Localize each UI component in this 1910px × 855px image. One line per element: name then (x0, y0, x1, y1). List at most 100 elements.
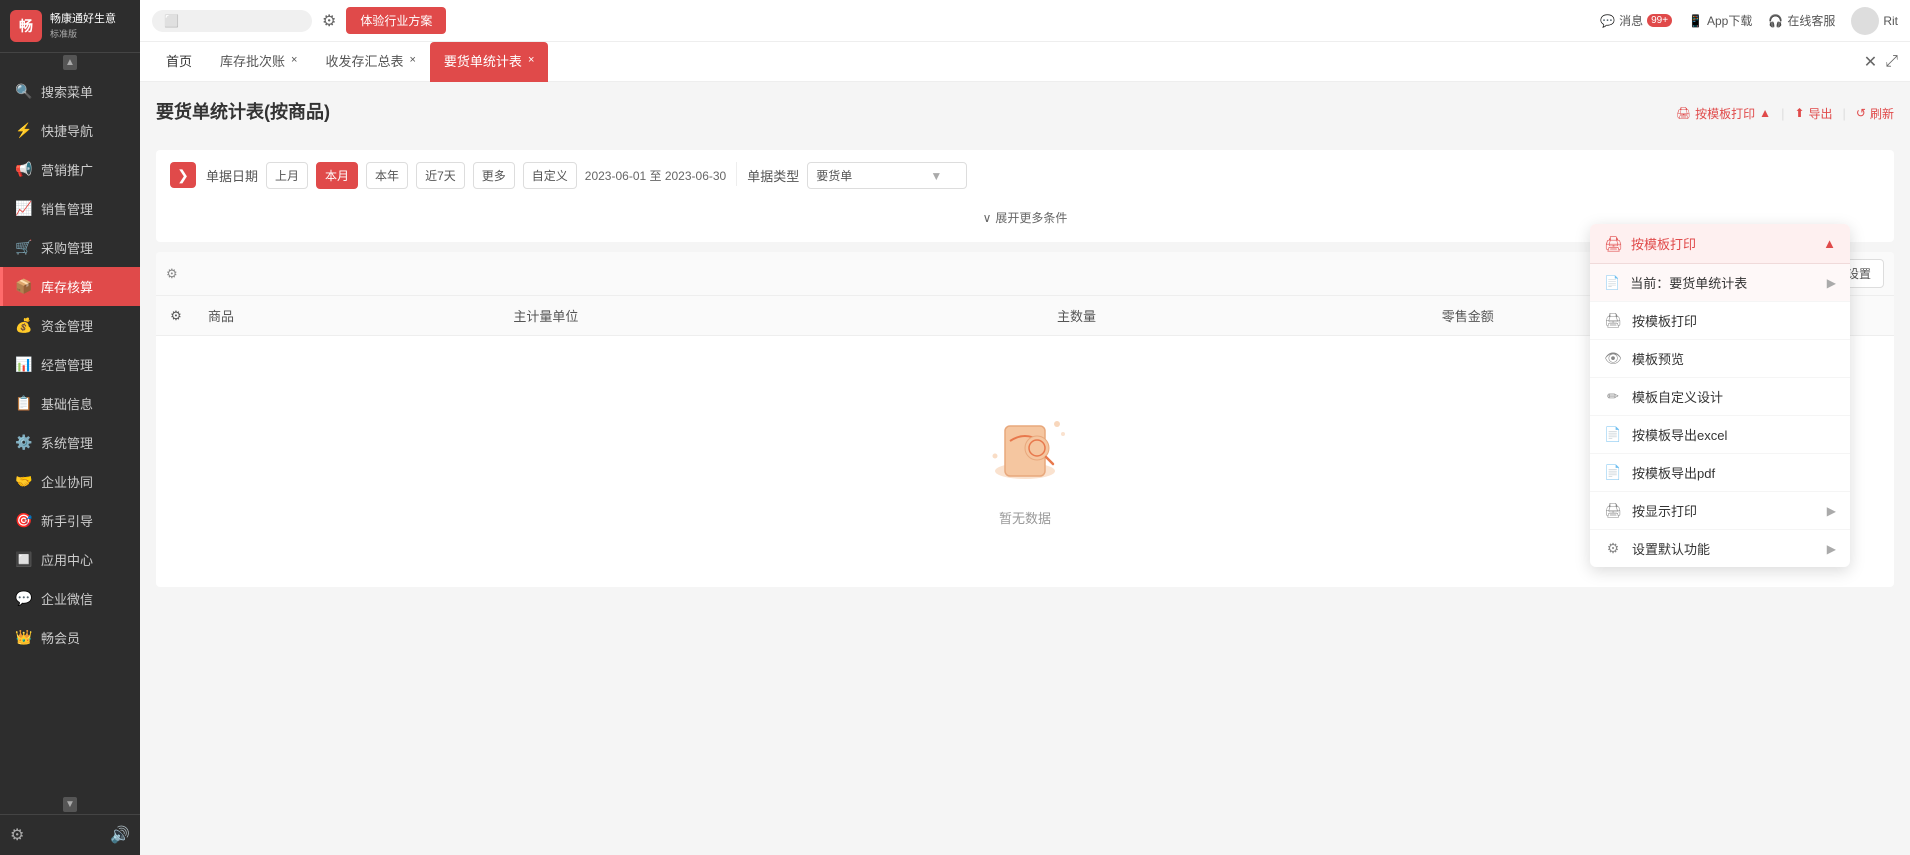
system-icon: ⚙️ (15, 434, 33, 451)
app-download-button[interactable]: 📱 App下载 (1688, 12, 1752, 29)
tab-home[interactable]: 首页 (152, 42, 206, 82)
date-last-month-btn[interactable]: 上月 (266, 162, 308, 189)
sidebar-item-label: 畅会员 (41, 628, 80, 647)
dropdown-item-set-default[interactable]: ⚙ 设置默认功能 ▶ (1590, 530, 1850, 567)
date-this-month-btn[interactable]: 本月 (316, 162, 358, 189)
sidebar-item-quick-nav[interactable]: ⚡ 快捷导航 (0, 111, 140, 150)
operation-icon: 📊 (15, 356, 33, 373)
sidebar-item-system[interactable]: ⚙️ 系统管理 (0, 423, 140, 462)
audio-icon[interactable]: 🔊 (110, 825, 130, 845)
topbar-right: 💬 消息 99+ 📱 App下载 🎧 在线客服 Rit (1600, 7, 1898, 35)
headset-icon: 🎧 (1768, 14, 1783, 28)
sidebar-item-search[interactable]: 🔍 搜索菜单 (0, 72, 140, 111)
sidebar-scroll-up[interactable]: ▲ (63, 55, 77, 70)
sidebar-item-finance[interactable]: 💰 资金管理 (0, 306, 140, 345)
filter-collapse-button[interactable]: ❯ (170, 162, 196, 188)
dropdown-item-label: 按显示打印 (1632, 501, 1697, 520)
type-filter-group: 单据类型 要货单 ▼ (747, 162, 967, 189)
sidebar-nav: 🔍 搜索菜单 ⚡ 快捷导航 📢 营销推广 📈 销售管理 🛒 采购管理 📦 库存核… (0, 72, 140, 795)
phone-icon: 📱 (1688, 14, 1703, 28)
date-custom-btn[interactable]: 自定义 (523, 162, 577, 189)
sidebar-item-wechat[interactable]: 💬 企业微信 (0, 579, 140, 618)
page-title: 要货单统计表(按商品) (156, 98, 330, 124)
export-icon: ⬆ (1794, 106, 1804, 120)
dropdown-item-label: 按模板导出excel (1632, 425, 1727, 444)
settings-icon-table[interactable]: ⚙ (166, 266, 178, 282)
sidebar-item-label: 系统管理 (41, 433, 93, 452)
industry-solution-button[interactable]: 体验行业方案 (346, 7, 446, 34)
topbar: ⬜ ⚙ 体验行业方案 💬 消息 99+ 📱 App下载 🎧 在线客服 Rit (140, 0, 1910, 42)
dropdown-item-display-print[interactable]: 🖨 按显示打印 ▶ (1590, 492, 1850, 530)
sidebar-item-basic[interactable]: 📋 基础信息 (0, 384, 140, 423)
message-button[interactable]: 💬 消息 99+ (1600, 12, 1672, 29)
app-download-label: App下载 (1707, 12, 1752, 29)
tab-receipt-summary[interactable]: 收发存汇总表 × (311, 42, 429, 82)
page-actions: 🖨 按模板打印 ▲ | ⬆ 导出 | ↺ 刷新 (1676, 105, 1894, 122)
dropdown-current-template[interactable]: 📄 当前：要货单统计表 ▶ (1590, 264, 1850, 302)
tab-order-stats-close[interactable]: × (528, 55, 534, 66)
tab-inventory-batch[interactable]: 库存批次账 × (206, 42, 311, 82)
guide-icon: 🎯 (15, 512, 33, 529)
tab-expand-button[interactable]: ⤢ (1885, 52, 1898, 72)
sales-icon: 📈 (15, 200, 33, 217)
sidebar-item-guide[interactable]: 🎯 新手引导 (0, 501, 140, 540)
topbar-search-box: ⬜ (152, 10, 312, 32)
type-filter-label: 单据类型 (747, 166, 799, 185)
tab-inventory-batch-close[interactable]: × (291, 55, 297, 66)
date-filter-label: 单据日期 (206, 166, 258, 185)
logo-icon: 畅 (10, 10, 42, 42)
sidebar-item-label: 搜索菜单 (41, 82, 93, 101)
export-button[interactable]: ⬆ 导出 (1794, 105, 1832, 122)
sidebar-item-label: 资金管理 (41, 316, 93, 335)
chevron-right2-icon: ▶ (1827, 504, 1836, 518)
sidebar-item-sales[interactable]: 📈 销售管理 (0, 189, 140, 228)
sidebar-item-purchase[interactable]: 🛒 采购管理 (0, 228, 140, 267)
date-more-btn[interactable]: 更多 (473, 162, 515, 189)
empty-illustration (975, 396, 1075, 496)
sidebar-item-operation[interactable]: 📊 经营管理 (0, 345, 140, 384)
dropdown-item-export-excel[interactable]: 📄 按模板导出excel (1590, 416, 1850, 454)
col-product: 商品 (196, 296, 501, 336)
purchase-icon: 🛒 (15, 239, 33, 256)
sidebar-scroll-down[interactable]: ▼ (63, 797, 77, 812)
tab-order-stats[interactable]: 要货单统计表 × (430, 42, 548, 82)
dropdown-item-label: 模板预览 (1632, 349, 1684, 368)
type-filter-select[interactable]: 要货单 ▼ (807, 162, 967, 189)
tab-receipt-summary-close[interactable]: × (409, 55, 415, 66)
chevron-right3-icon: ▶ (1827, 542, 1836, 556)
edit-icon: ✏ (1604, 388, 1622, 405)
dropdown-item-label: 设置默认功能 (1632, 539, 1710, 558)
user-profile[interactable]: Rit (1851, 7, 1898, 35)
dropdown-close-icon[interactable]: ▲ (1823, 236, 1836, 251)
online-service-button[interactable]: 🎧 在线客服 (1768, 12, 1835, 29)
sidebar-item-inventory[interactable]: 📦 库存核算 (0, 267, 140, 306)
date-this-year-btn[interactable]: 本年 (366, 162, 408, 189)
dropdown-item-export-pdf[interactable]: 📄 按模板导出pdf (1590, 454, 1850, 492)
sidebar-item-member[interactable]: 👑 畅会员 (0, 618, 140, 657)
search-nav-icon: 🔍 (15, 83, 33, 100)
basic-icon: 📋 (15, 395, 33, 412)
print-template-dropdown: 🖨 按模板打印 ▲ 📄 当前：要货单统计表 ▶ 🖨 按模板打印 👁 模板预览 ✏ (1590, 224, 1850, 567)
print-template-button[interactable]: 🖨 按模板打印 ▲ (1676, 105, 1771, 122)
sidebar-item-apps[interactable]: 🔲 应用中心 (0, 540, 140, 579)
sidebar-item-marketing[interactable]: 📢 营销推广 (0, 150, 140, 189)
sidebar-item-label: 企业微信 (41, 589, 93, 608)
filter-divider (736, 162, 737, 186)
user-avatar (1851, 7, 1879, 35)
date-last-7-days-btn[interactable]: 近7天 (416, 162, 465, 189)
expand-more-conditions-button[interactable]: ∨ 展开更多条件 (975, 205, 1076, 230)
settings-icon[interactable]: ⚙ (10, 825, 24, 845)
topbar-settings-icon[interactable]: ⚙ (322, 11, 336, 31)
sidebar-item-label: 企业协同 (41, 472, 93, 491)
tab-inventory-batch-label: 库存批次账 (220, 51, 285, 70)
dropdown-item-template-preview[interactable]: 👁 模板预览 (1590, 340, 1850, 378)
pdf-icon: 📄 (1604, 464, 1622, 481)
sidebar-item-label: 库存核算 (41, 277, 93, 296)
current-template-label: 当前：要货单统计表 (1630, 273, 1747, 292)
dropdown-item-template-custom[interactable]: ✏ 模板自定义设计 (1590, 378, 1850, 416)
member-icon: 👑 (15, 629, 33, 646)
dropdown-item-template-print[interactable]: 🖨 按模板打印 (1590, 302, 1850, 340)
sidebar-item-cooperation[interactable]: 🤝 企业协同 (0, 462, 140, 501)
tab-close-all-button[interactable]: ✕ (1864, 52, 1877, 72)
refresh-button[interactable]: ↺ 刷新 (1856, 105, 1894, 122)
